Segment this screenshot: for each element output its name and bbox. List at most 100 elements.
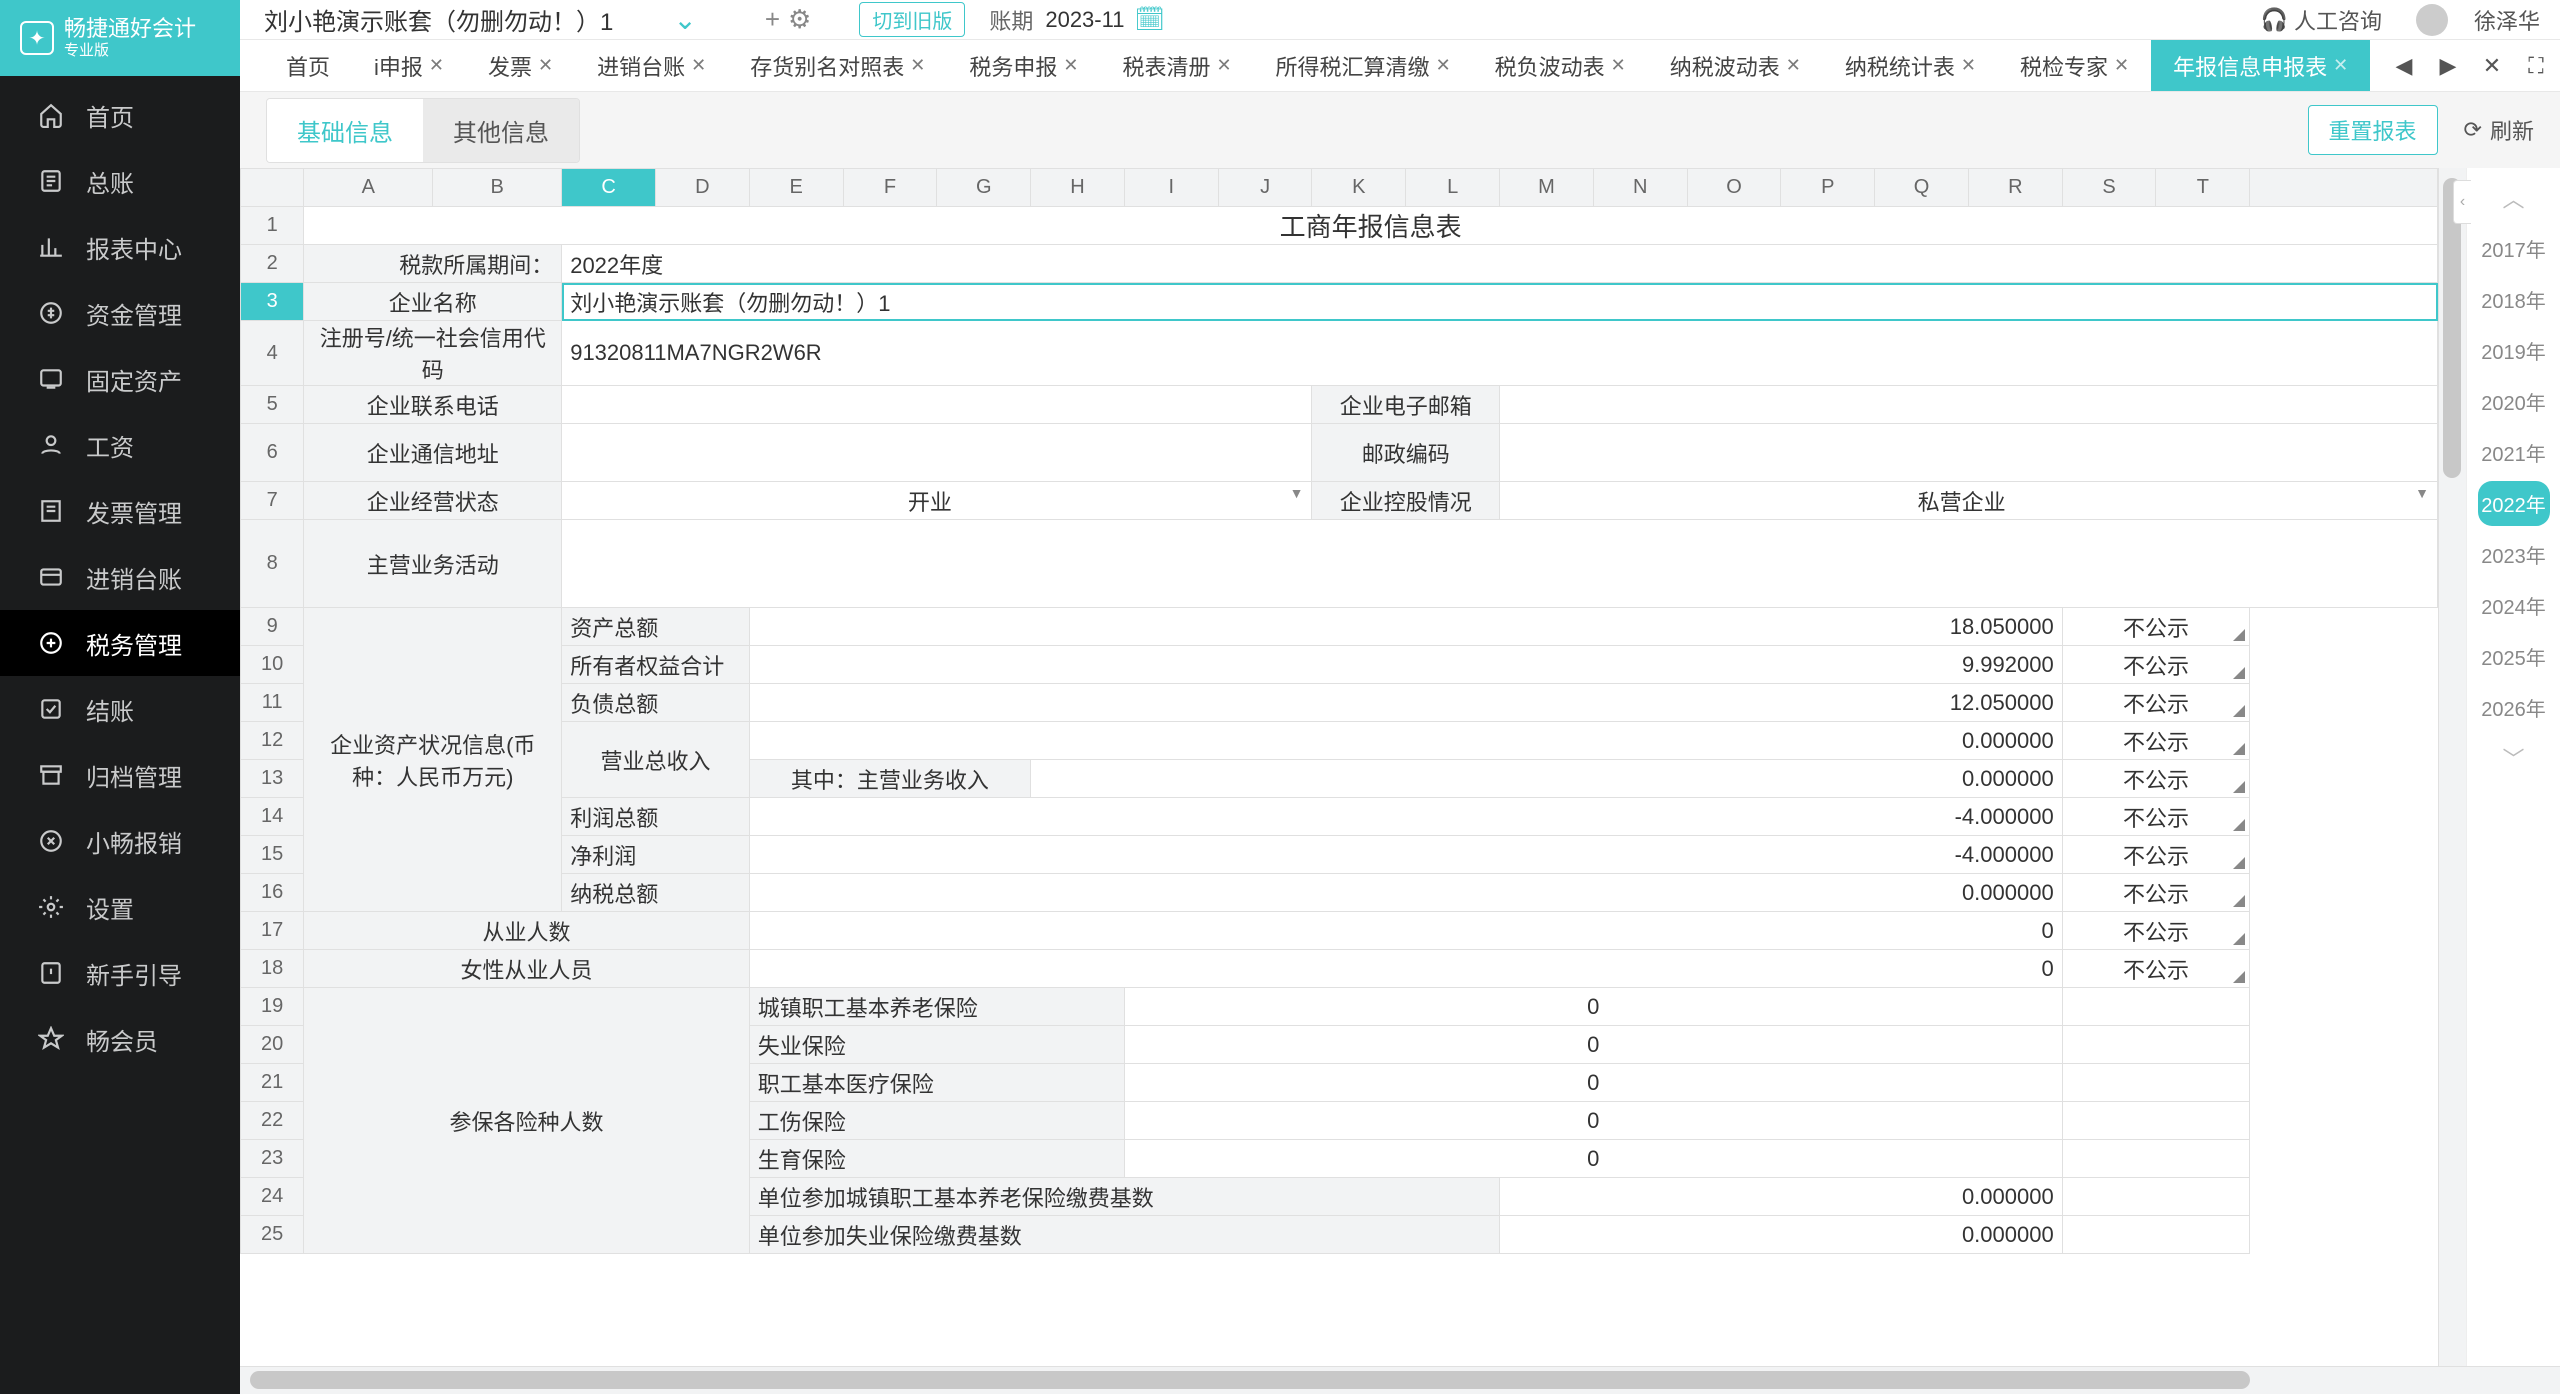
year-up-icon[interactable]: ︿	[2496, 176, 2530, 220]
ins-21-value[interactable]: 0	[1124, 1064, 2062, 1102]
year-2018年[interactable]: 2018年	[2478, 277, 2550, 322]
tab-i申报[interactable]: i申报✕	[352, 40, 466, 91]
tab-存货别名对照表[interactable]: 存货别名对照表✕	[728, 40, 947, 91]
ins-22-value[interactable]: 0	[1124, 1102, 2062, 1140]
tab-年报信息申报表[interactable]: 年报信息申报表✕	[2151, 40, 2370, 91]
tab-close-icon[interactable]: ✕	[1436, 55, 1451, 76]
year-2017年[interactable]: 2017年	[2478, 226, 2550, 271]
addr-value[interactable]	[562, 424, 1312, 482]
cell-13-value[interactable]: 0.000000	[1031, 760, 2063, 798]
tab-close-icon[interactable]: ✕	[2333, 55, 2348, 76]
tab-close-icon[interactable]: ✕	[1063, 55, 1078, 76]
cell-14-value[interactable]: -4.000000	[749, 798, 2062, 836]
cell-10-value[interactable]: 9.992000	[749, 646, 2062, 684]
base-25-pub[interactable]	[2062, 1216, 2250, 1254]
tab-close-icon[interactable]: ✕	[1961, 55, 1976, 76]
reset-report-button[interactable]: 重置报表	[2308, 105, 2438, 155]
row-5[interactable]: 5	[241, 386, 304, 424]
row-14[interactable]: 14	[241, 798, 304, 836]
row-4[interactable]: 4	[241, 321, 304, 386]
sidebar-item-gear[interactable]: 设置	[0, 874, 240, 940]
refresh-button[interactable]: ⟳ 刷新	[2464, 114, 2534, 146]
cell-10-pub[interactable]: 不公示	[2062, 646, 2250, 684]
female-pub[interactable]: 不公示	[2062, 950, 2250, 988]
employees-value[interactable]: 0	[749, 912, 2062, 950]
col-C[interactable]: C	[562, 169, 656, 207]
cell-12-pub[interactable]: 不公示	[2062, 722, 2250, 760]
tab-税检专家[interactable]: 税检专家✕	[1998, 40, 2151, 91]
email-value[interactable]	[1500, 386, 2438, 424]
account-dropdown-icon[interactable]: ⌄	[673, 3, 696, 36]
employees-pub[interactable]: 不公示	[2062, 912, 2250, 950]
col-N[interactable]: N	[1593, 169, 1687, 207]
col-D[interactable]: D	[655, 169, 749, 207]
tab-prev-icon[interactable]: ◀	[2384, 46, 2424, 86]
row-13[interactable]: 13	[241, 760, 304, 798]
sidebar-item-money[interactable]: 资金管理	[0, 280, 240, 346]
tab-close-icon[interactable]: ✕	[910, 55, 925, 76]
tab-税表清册[interactable]: 税表清册✕	[1100, 40, 1253, 91]
col-I[interactable]: I	[1124, 169, 1218, 207]
tab-税负波动表[interactable]: 税负波动表✕	[1473, 40, 1648, 91]
year-2024年[interactable]: 2024年	[2478, 583, 2550, 628]
row-3[interactable]: 3	[241, 283, 304, 321]
row-17[interactable]: 17	[241, 912, 304, 950]
year-2022年[interactable]: 2022年	[2478, 481, 2550, 526]
account-settings-icon[interactable]: ⚙	[788, 4, 811, 35]
base-24-pub[interactable]	[2062, 1178, 2250, 1216]
tab-进销台账[interactable]: 进销台账✕	[575, 40, 728, 91]
tab-纳税统计表[interactable]: 纳税统计表✕	[1823, 40, 1998, 91]
subtab-basic[interactable]: 基础信息	[267, 99, 423, 162]
col-K[interactable]: K	[1312, 169, 1406, 207]
sidebar-item-guide[interactable]: 新手引导	[0, 940, 240, 1006]
cell-16-value[interactable]: 0.000000	[749, 874, 2062, 912]
sidebar-item-close[interactable]: 结账	[0, 676, 240, 742]
year-2023年[interactable]: 2023年	[2478, 532, 2550, 577]
ins-20-value[interactable]: 0	[1124, 1026, 2062, 1064]
sidebar-item-vip[interactable]: 畅会员	[0, 1006, 240, 1072]
row-10[interactable]: 10	[241, 646, 304, 684]
col-P[interactable]: P	[1781, 169, 1875, 207]
year-2020年[interactable]: 2020年	[2478, 379, 2550, 424]
row-23[interactable]: 23	[241, 1140, 304, 1178]
col-Q[interactable]: Q	[1875, 169, 1969, 207]
row-12[interactable]: 12	[241, 722, 304, 760]
sidebar-item-home[interactable]: 首页	[0, 82, 240, 148]
row-19[interactable]: 19	[241, 988, 304, 1026]
col-B[interactable]: B	[433, 169, 562, 207]
year-down-icon[interactable]: ﹀	[2496, 736, 2530, 780]
add-account-icon[interactable]: +	[765, 4, 780, 35]
col-visibility[interactable]	[2250, 169, 2438, 207]
tab-next-icon[interactable]: ▶	[2428, 46, 2468, 86]
spreadsheet[interactable]: ABCDEFGHIJKLMNOPQRST1工商年报信息表2税款所属期间：2022…	[240, 168, 2438, 1366]
row-6[interactable]: 6	[241, 424, 304, 482]
col-O[interactable]: O	[1687, 169, 1781, 207]
col-A[interactable]: A	[304, 169, 433, 207]
row-9[interactable]: 9	[241, 608, 304, 646]
cell-9-value[interactable]: 18.050000	[749, 608, 2062, 646]
base-24-value[interactable]: 0.000000	[1500, 1178, 2063, 1216]
sidebar-item-tax[interactable]: 税务管理	[0, 610, 240, 676]
tab-纳税波动表[interactable]: 纳税波动表✕	[1648, 40, 1823, 91]
row-2[interactable]: 2	[241, 245, 304, 283]
col-S[interactable]: S	[2062, 169, 2156, 207]
ins-21-pub[interactable]	[2062, 1064, 2250, 1102]
col-T[interactable]: T	[2156, 169, 2250, 207]
sidebar-item-io[interactable]: 进销台账	[0, 544, 240, 610]
ins-19-pub[interactable]	[2062, 988, 2250, 1026]
tab-close-all-icon[interactable]: ✕	[2472, 46, 2512, 86]
year-2025年[interactable]: 2025年	[2478, 634, 2550, 679]
sidebar-item-doc[interactable]: 总账	[0, 148, 240, 214]
zip-value[interactable]	[1500, 424, 2438, 482]
cell-15-value[interactable]: -4.000000	[749, 836, 2062, 874]
female-value[interactable]: 0	[749, 950, 2062, 988]
panel-collapse-icon[interactable]: ‹	[2453, 180, 2471, 224]
avatar[interactable]	[2416, 4, 2448, 36]
col-J[interactable]: J	[1218, 169, 1312, 207]
sidebar-item-report[interactable]: 报表中心	[0, 214, 240, 280]
ins-23-pub[interactable]	[2062, 1140, 2250, 1178]
tab-close-icon[interactable]: ✕	[1786, 55, 1801, 76]
ins-22-pub[interactable]	[2062, 1102, 2250, 1140]
cell-9-pub[interactable]: 不公示	[2062, 608, 2250, 646]
reg-code-value[interactable]: 91320811MA7NGR2W6R	[562, 321, 2438, 386]
